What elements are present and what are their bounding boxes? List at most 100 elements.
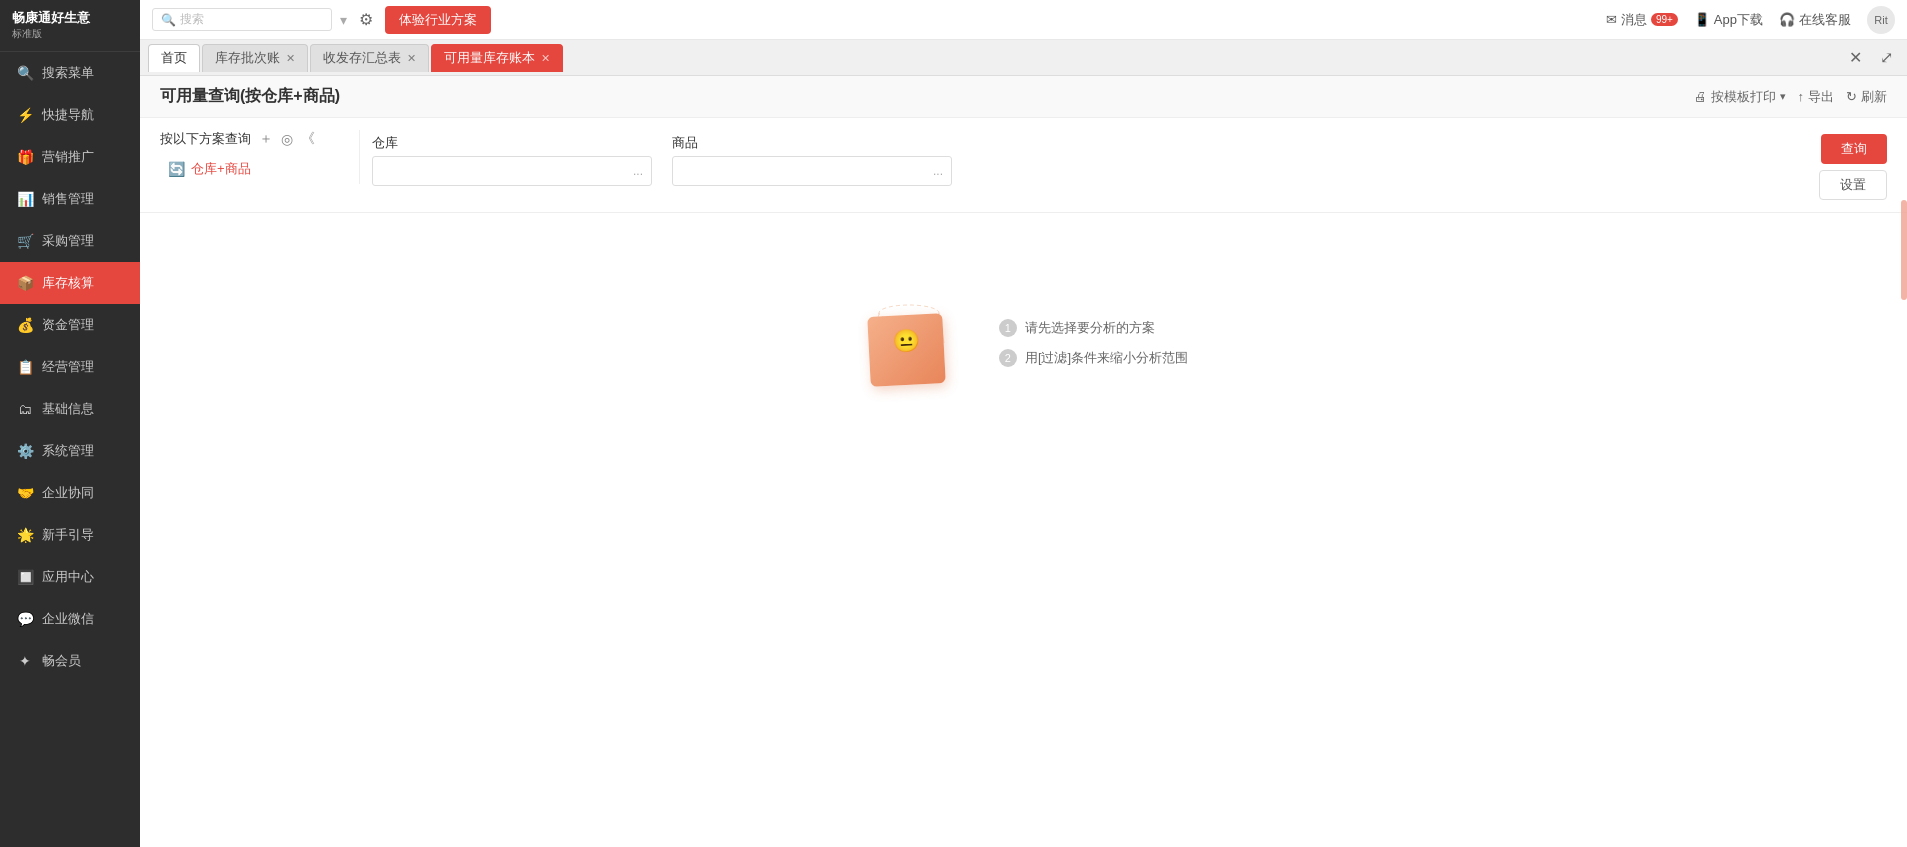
sidebar-item-app-center[interactable]: 🔲应用中心 [0,556,140,598]
tip-text-1: 请先选择要分析的方案 [1025,319,1155,337]
sidebar-item-label: 资金管理 [42,316,94,334]
topbar-actions: ✉ 消息 99+ 📱 App下载 🎧 在线客服 Rit [1606,6,1895,34]
main-area: 🔍 搜索 ▾ ⚙ 体验行业方案 ✉ 消息 99+ 📱 App下载 🎧 在线客服 … [140,0,1907,847]
export-label: 导出 [1808,88,1834,106]
close-tab-button[interactable]: ✕ [1843,46,1868,69]
topbar-search-box[interactable]: 🔍 搜索 [152,8,332,31]
sidebar-item-label: 销售管理 [42,190,94,208]
tab-receive-summary[interactable]: 收发存汇总表✕ [310,44,429,72]
app-center-icon: 🔲 [16,569,34,585]
operations-icon: 📋 [16,359,34,375]
sidebar-item-label: 畅会员 [42,652,81,670]
page-title: 可用量查询(按仓库+商品) [160,86,340,107]
print-icon: 🖨 [1694,89,1707,104]
scheme-settings-icon[interactable]: ◎ [281,131,293,147]
sidebar-item-label: 系统管理 [42,442,94,460]
app-download-action[interactable]: 📱 App下载 [1694,11,1763,29]
sidebar-item-purchase-mgmt[interactable]: 🛒采购管理 [0,220,140,262]
sidebar-item-label: 基础信息 [42,400,94,418]
inventory-icon: 📦 [16,275,34,291]
topbar-gear-icon[interactable]: ⚙ [355,6,377,33]
sidebar-item-label: 经营管理 [42,358,94,376]
username-label: Rit [1874,14,1887,26]
filter-option-warehouse-product[interactable]: 🔄 仓库+商品 [160,154,343,184]
add-scheme-icon[interactable]: ＋ [259,130,273,148]
product-filter-field: 商品 ... [672,134,952,186]
sidebar-item-label: 企业协同 [42,484,94,502]
online-service-action[interactable]: 🎧 在线客服 [1779,11,1851,29]
sidebar-item-wechat[interactable]: 💬企业微信 [0,598,140,640]
tab-home[interactable]: 首页 [148,44,200,72]
warehouse-input[interactable]: ... [372,156,652,186]
tab-close-icon[interactable]: ✕ [541,52,550,65]
sidebar-item-newbie[interactable]: 🌟新手引导 [0,514,140,556]
vip-icon: ✦ [16,653,34,669]
sidebar-item-label: 库存核算 [42,274,94,292]
warehouse-more-icon[interactable]: ... [633,164,643,178]
tabbar: 首页库存批次账✕收发存汇总表✕ 可用量库存账本 ✕ ✕ ⤢ [140,40,1907,76]
search-dropdown-icon[interactable]: ▾ [340,12,347,28]
sidebar-item-enterprise[interactable]: 🤝企业协同 [0,472,140,514]
search-icon: 🔍 [161,13,176,27]
maximize-button[interactable]: ⤢ [1874,46,1899,69]
topbar: 🔍 搜索 ▾ ⚙ 体验行业方案 ✉ 消息 99+ 📱 App下载 🎧 在线客服 … [140,0,1907,40]
filter-section: 按以下方案查询 ＋ ◎ 《 🔄 仓库+商品 仓库 [140,118,1907,213]
filter-right-panel: 仓库 ... 商品 [372,130,1887,200]
sidebar-scroll: 🔍 搜索菜单 ⚡ 快捷导航 🎁营销推广 📊 销售管理 🛒采购管理 📦 库存核算 💰资金管理 📋 经营管理… [0,52,140,847]
filter-left-panel: 按以下方案查询 ＋ ◎ 《 🔄 仓库+商品 [160,130,360,184]
page-titlebar: 可用量查询(按仓库+商品) 🖨 按模板打印 ▾ ↑ 导出 ↻ 刷新 [140,76,1907,118]
print-template-button[interactable]: 🖨 按模板打印 ▾ [1694,88,1786,106]
sidebar-item-search[interactable]: 🔍 搜索菜单 [0,52,140,94]
tab-close-icon[interactable]: ✕ [407,52,416,65]
tab-inventory-batch[interactable]: 库存批次账✕ [202,44,308,72]
page-content: 可用量查询(按仓库+商品) 🖨 按模板打印 ▾ ↑ 导出 ↻ 刷新 [140,76,1907,847]
sidebar-item-operations[interactable]: 📋 经营管理 [0,346,140,388]
sidebar-item-label: 快捷导航 [42,106,94,124]
search-icon: 🔍 [16,65,34,81]
sidebar-item-finance[interactable]: 💰资金管理 [0,304,140,346]
tab-close-icon[interactable]: ✕ [286,52,295,65]
tab-label: 首页 [161,49,187,67]
sidebar-item-marketing-promo[interactable]: 🎁营销推广 [0,136,140,178]
tip-num-1: 1 [999,319,1017,337]
titlebar-actions: 🖨 按模板打印 ▾ ↑ 导出 ↻ 刷新 [1694,88,1888,106]
empty-state: 😐 1 请先选择要分析的方案 2 用[过滤]条件来缩小分析范围 [140,213,1907,473]
sidebar-item-label: 搜索菜单 [42,64,94,82]
product-input[interactable]: ... [672,156,952,186]
sidebar-item-basic-info[interactable]: 🗂 基础信息 [0,388,140,430]
filter-scheme-label: 按以下方案查询 [160,130,251,148]
sidebar-item-shortcut[interactable]: ⚡ 快捷导航 [0,94,140,136]
sidebar-item-inventory[interactable]: 📦 库存核算 [0,262,140,304]
sidebar-item-label: 营销推广 [42,148,94,166]
message-icon: ✉ [1606,12,1617,27]
settings-button[interactable]: 设置 [1819,170,1887,200]
empty-tip-2: 2 用[过滤]条件来缩小分析范围 [999,349,1188,367]
shortcut-icon: ⚡ [16,107,34,123]
refresh-label: 刷新 [1861,88,1887,106]
sidebar-item-label: 企业微信 [42,610,94,628]
collapse-icon[interactable]: 《 [301,130,315,148]
sidebar-item-system[interactable]: ⚙️系统管理 [0,430,140,472]
product-more-icon[interactable]: ... [933,164,943,178]
empty-tip-1: 1 请先选择要分析的方案 [999,319,1188,337]
user-avatar[interactable]: Rit [1867,6,1895,34]
refresh-icon: ↻ [1846,89,1857,104]
messages-badge: 99+ [1651,13,1678,26]
warehouse-label: 仓库 [372,134,652,152]
query-button[interactable]: 查询 [1821,134,1887,164]
empty-state-content: 😐 1 请先选择要分析的方案 2 用[过滤]条件来缩小分析范围 [859,293,1188,393]
refresh-button[interactable]: ↻ 刷新 [1846,88,1887,106]
industry-solution-button[interactable]: 体验行业方案 [385,6,491,34]
sales-mgmt-icon: 📊 [16,191,34,207]
tab-available-ledger[interactable]: 可用量库存账本 ✕ [431,44,563,72]
messages-action[interactable]: ✉ 消息 99+ [1606,11,1678,29]
empty-illustration: 😐 [859,293,959,393]
sidebar-item-vip[interactable]: ✦ 畅会员 [0,640,140,682]
filter-scheme-header: 按以下方案查询 ＋ ◎ 《 [160,130,343,148]
sidebar-item-sales-mgmt[interactable]: 📊 销售管理 [0,178,140,220]
export-button[interactable]: ↑ 导出 [1798,88,1835,106]
basic-info-icon: 🗂 [16,401,34,417]
filter-actions: 查询 设置 [1819,134,1887,200]
logo-title: 畅康通好生意 [12,10,128,27]
tab-label: 可用量库存账本 [444,49,535,67]
